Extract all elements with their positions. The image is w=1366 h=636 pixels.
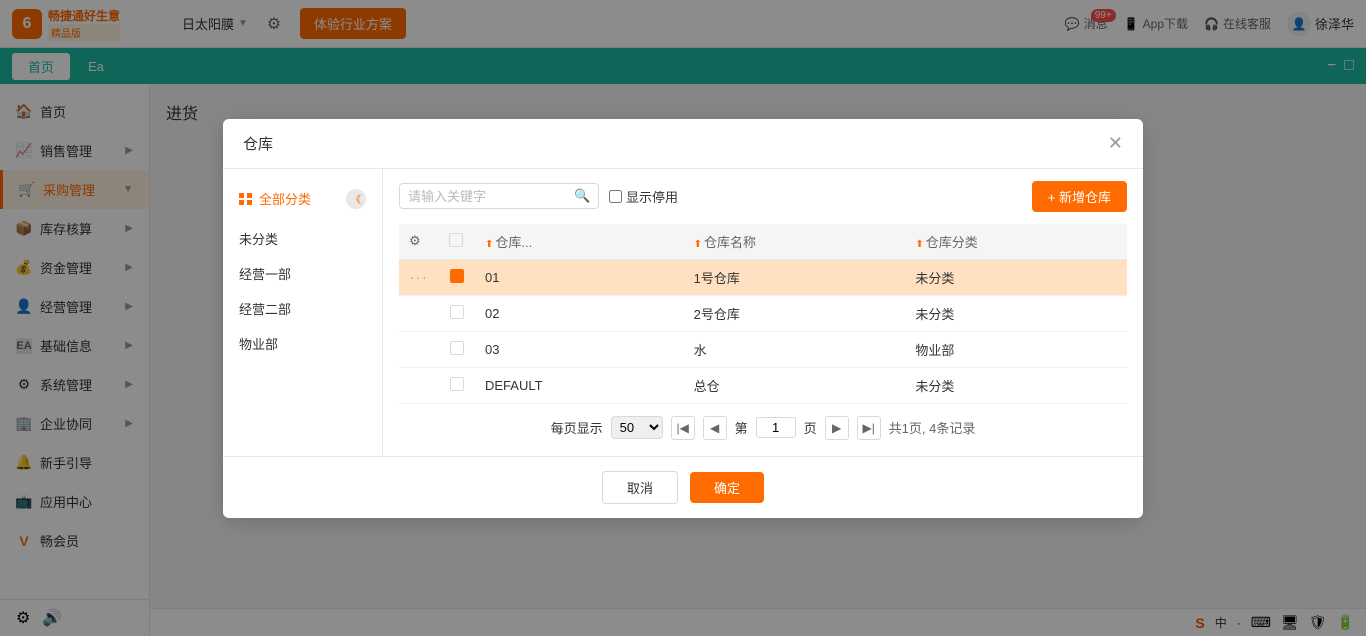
sort-icon-code: ⬆ — [485, 239, 493, 250]
dialog-footer: 取消 确定 — [223, 456, 1143, 518]
first-page-button[interactable]: |◀ — [671, 416, 695, 440]
search-input[interactable] — [408, 189, 568, 204]
col-name: ⬆仓库名称 — [684, 224, 906, 260]
sort-icon-category: ⬆ — [915, 239, 923, 250]
table-panel: 🔍 显示停用 + 新增仓库 ⚙ — [383, 169, 1143, 456]
table-row[interactable]: DEFAULT 总仓 未分类 — [399, 367, 1127, 403]
dialog-title: 仓库 — [243, 133, 273, 154]
row-name: 2号仓库 — [684, 295, 906, 331]
table-row[interactable]: 02 2号仓库 未分类 — [399, 295, 1127, 331]
col-settings: ⚙ — [399, 224, 439, 260]
dialog-header: 仓库 ✕ — [223, 119, 1143, 169]
row-checkbox[interactable] — [450, 341, 464, 355]
dialog-close-button[interactable]: ✕ — [1108, 133, 1123, 154]
total-info: 共1页, 4条记录 — [889, 418, 976, 437]
next-page-button[interactable]: ▶ — [825, 416, 849, 440]
row-category: 未分类 — [905, 259, 1127, 295]
row-checkbox-cell — [439, 367, 475, 403]
table-toolbar: 🔍 显示停用 + 新增仓库 — [399, 181, 1127, 212]
per-page-select[interactable]: 10 20 50 100 — [611, 416, 663, 439]
row-checkbox-cell — [439, 295, 475, 331]
table-row[interactable]: ··· 01 1号仓库 未分类 — [399, 259, 1127, 295]
row-category: 未分类 — [905, 295, 1127, 331]
search-input-wrap: 🔍 — [399, 183, 599, 209]
show-disabled-checkbox[interactable] — [609, 190, 622, 203]
collapse-button[interactable]: 《 — [346, 189, 366, 209]
row-category: 未分类 — [905, 367, 1127, 403]
modal-overlay: 仓库 ✕ 全部分类 《 未分类 经营一部 经营二部 物业部 — [0, 0, 1366, 636]
all-categories-item[interactable]: 全部分类 《 — [223, 181, 382, 221]
prev-page-button[interactable]: ◀ — [703, 416, 727, 440]
last-page-button[interactable]: ▶| — [857, 416, 881, 440]
cancel-button[interactable]: 取消 — [602, 471, 678, 504]
row-checkbox-cell — [439, 331, 475, 367]
pagination: 每页显示 10 20 50 100 |◀ ◀ 第 页 ▶ — [399, 404, 1127, 444]
row-name: 水 — [684, 331, 906, 367]
confirm-button[interactable]: 确定 — [690, 472, 764, 503]
page-unit: 页 — [804, 418, 817, 437]
all-categories-label: 全部分类 — [259, 189, 311, 208]
row-name: 1号仓库 — [684, 259, 906, 295]
actions-cell — [399, 295, 439, 331]
table-wrapper: ⚙ ⬆仓库... ⬆仓库名称 ⬆仓库分类 ··· 01 — [399, 224, 1127, 404]
show-disabled-checkbox-wrap[interactable]: 显示停用 — [609, 187, 678, 206]
category-panel: 全部分类 《 未分类 经营一部 经营二部 物业部 — [223, 169, 383, 456]
col-code: ⬆仓库... — [475, 224, 684, 260]
select-all-checkbox[interactable] — [449, 233, 463, 247]
grid-icon — [239, 193, 253, 205]
row-code: 01 — [475, 259, 684, 295]
category-item-unclassified[interactable]: 未分类 — [223, 221, 382, 256]
row-actions-icon[interactable]: ··· — [410, 270, 429, 285]
row-name: 总仓 — [684, 367, 906, 403]
category-item-dept1[interactable]: 经营一部 — [223, 256, 382, 291]
warehouse-dialog: 仓库 ✕ 全部分类 《 未分类 经营一部 经营二部 物业部 — [223, 119, 1143, 518]
row-code: 02 — [475, 295, 684, 331]
col-category: ⬆仓库分类 — [905, 224, 1127, 260]
warehouse-table: ⚙ ⬆仓库... ⬆仓库名称 ⬆仓库分类 ··· 01 — [399, 224, 1127, 404]
actions-cell: ··· — [399, 259, 439, 295]
page-input[interactable] — [756, 417, 796, 438]
table-header-row: ⚙ ⬆仓库... ⬆仓库名称 ⬆仓库分类 — [399, 224, 1127, 260]
actions-cell — [399, 331, 439, 367]
add-warehouse-button[interactable]: + 新增仓库 — [1032, 181, 1127, 212]
sort-icon-name: ⬆ — [694, 239, 702, 250]
per-page-label: 每页显示 — [551, 418, 603, 437]
page-label: 第 — [735, 418, 748, 437]
row-category: 物业部 — [905, 331, 1127, 367]
row-checkbox-cell — [439, 259, 475, 295]
row-checkbox[interactable] — [450, 377, 464, 391]
dialog-body: 全部分类 《 未分类 经营一部 经营二部 物业部 🔍 — [223, 169, 1143, 456]
row-code: DEFAULT — [475, 367, 684, 403]
category-item-dept2[interactable]: 经营二部 — [223, 291, 382, 326]
show-disabled-label: 显示停用 — [626, 187, 678, 206]
row-code: 03 — [475, 331, 684, 367]
per-page-select-wrap: 10 20 50 100 — [611, 416, 663, 439]
row-checkbox[interactable] — [450, 269, 464, 283]
table-row[interactable]: 03 水 物业部 — [399, 331, 1127, 367]
row-checkbox[interactable] — [450, 305, 464, 319]
category-item-property[interactable]: 物业部 — [223, 326, 382, 361]
col-checkbox — [439, 224, 475, 260]
search-icon[interactable]: 🔍 — [574, 188, 590, 204]
actions-cell — [399, 367, 439, 403]
